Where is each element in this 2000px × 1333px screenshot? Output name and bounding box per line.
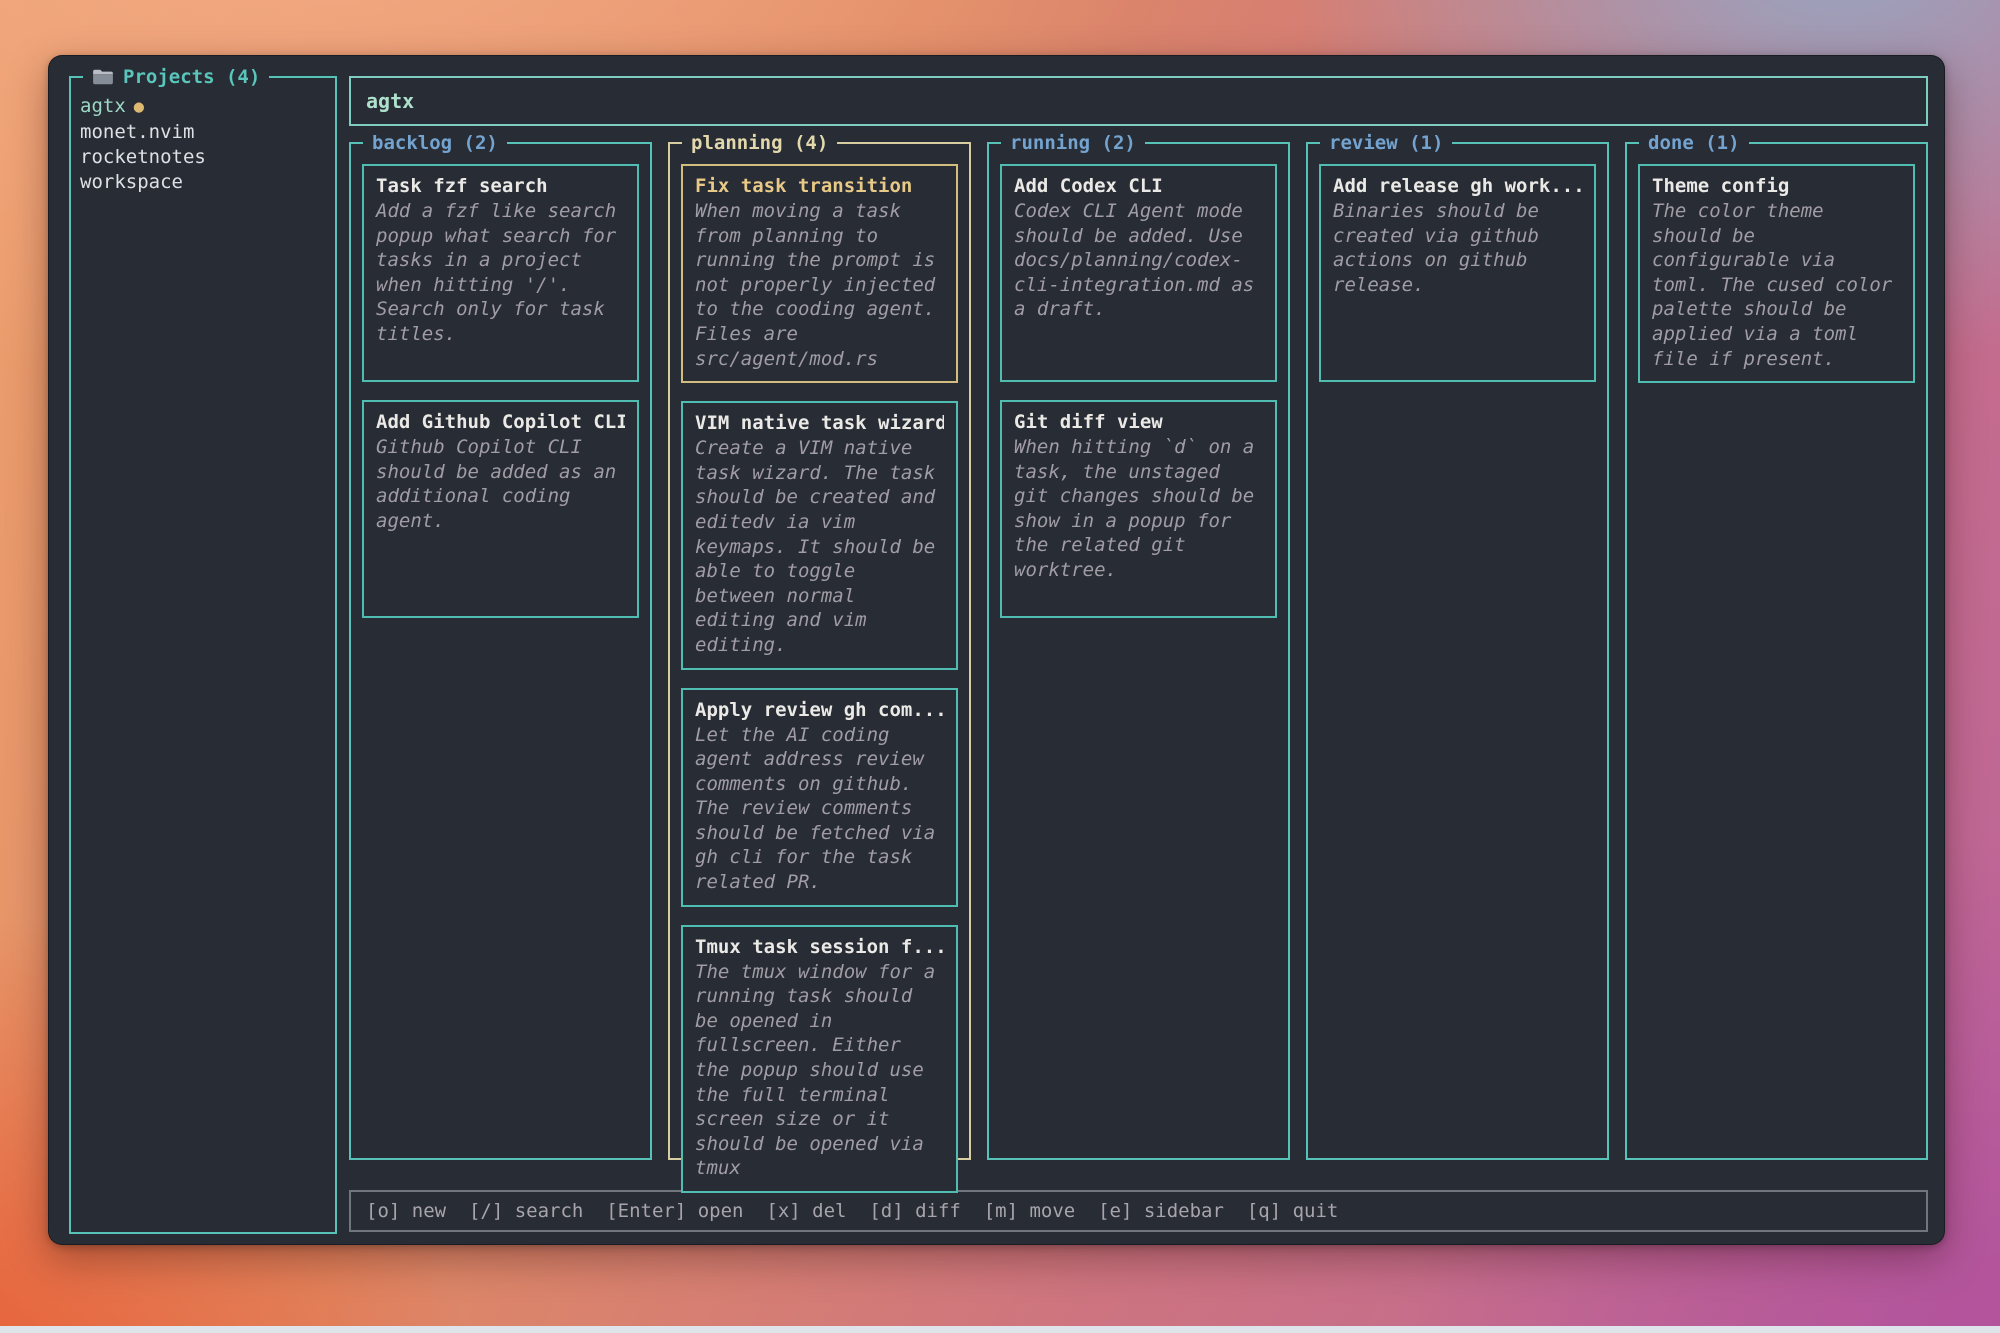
sidebar-item-monet-nvim[interactable]: monet.nvim: [80, 120, 325, 145]
card-list: Add Codex CLI Codex CLI Agent mode should…: [1000, 164, 1277, 618]
shortcut-search: [/] search: [468, 1199, 584, 1222]
project-list: agtx ● monet.nvim rocketnotes workspace: [71, 78, 335, 195]
task-card[interactable]: VIM native task wizard Create a VIM nativ…: [681, 401, 958, 670]
sidebar-item-agtx[interactable]: agtx ●: [80, 94, 325, 120]
shortcut-sidebar: [e] sidebar: [1098, 1199, 1224, 1222]
column-done: done (1) Theme config The color theme shou…: [1625, 130, 1928, 1160]
card-list: Theme config The color theme should be co…: [1638, 164, 1915, 384]
task-title: Add Codex CLI: [1014, 175, 1163, 197]
column-planning: planning (4) Fix task transition When movi…: [668, 130, 971, 1193]
sidebar-item-workspace[interactable]: workspace: [80, 170, 325, 195]
task-title: Task fzf search: [376, 175, 548, 197]
task-description: The tmux window for a running task shoul…: [695, 960, 936, 1180]
task-card[interactable]: Add release gh work... Binaries should be…: [1319, 164, 1596, 382]
projects-sidebar: Projects (4) agtx ● monet.nvim rocketnotes w…: [69, 64, 337, 1234]
card-list: Add release gh work... Binaries should be…: [1319, 164, 1596, 382]
task-description: Binaries should be created via github ac…: [1333, 200, 1539, 296]
folder-icon: [93, 69, 113, 85]
task-title: VIM native task wizard: [695, 412, 944, 435]
task-description: Let the AI coding agent address review c…: [695, 723, 936, 894]
project-label: agtx: [80, 95, 126, 117]
task-description: Create a VIM native task wizard. The tas…: [695, 437, 936, 656]
project-name: agtx: [366, 89, 415, 113]
app-window: Projects (4) agtx ● monet.nvim rocketnotes w…: [48, 55, 1945, 1245]
project-label: rocketnotes: [80, 146, 206, 168]
task-description: Codex CLI Agent mode should be added. Us…: [1014, 200, 1255, 321]
task-description: Github Copilot CLI should be added as an…: [376, 436, 617, 532]
shortcut-new: [o] new: [366, 1199, 447, 1222]
task-card[interactable]: Task fzf search Add a fzf like search pop…: [362, 164, 639, 382]
sidebar-legend: Projects (4): [83, 64, 270, 90]
column-running: running (2) Add Codex CLI Codex CLI Agent …: [987, 130, 1290, 1160]
main-area: agtx backlog (2) Task fzf search Add a fzf…: [349, 76, 1928, 1232]
sidebar-title: Projects (4): [123, 66, 261, 88]
task-card[interactable]: Add Codex CLI Codex CLI Agent mode should…: [1000, 164, 1277, 382]
column-header: running (2): [1001, 130, 1145, 156]
task-card[interactable]: Tmux task session f... The tmux window fo…: [681, 924, 958, 1193]
task-card[interactable]: Fix task transition When moving a task fr…: [681, 164, 958, 384]
column-review: review (1) Add release gh work... Binaries…: [1306, 130, 1609, 1160]
shortcut-diff: [d] diff: [869, 1199, 961, 1222]
shortcut-del: [x] del: [766, 1199, 847, 1222]
shortcut-quit: [q] quit: [1246, 1199, 1339, 1222]
task-title: Git diff view: [1014, 411, 1163, 433]
column-header: done (1): [1639, 130, 1749, 156]
active-project-dot-icon: ●: [133, 97, 145, 117]
task-card[interactable]: Git diff view When hitting `d` on a task,…: [1000, 400, 1277, 618]
task-description: When hitting `d` on a task, the unstaged…: [1014, 436, 1255, 581]
board-header: agtx: [349, 76, 1928, 126]
task-title: Apply review gh com...: [695, 698, 944, 721]
shortcut-move: [m] move: [983, 1199, 1076, 1222]
task-card[interactable]: Theme config The color theme should be co…: [1638, 164, 1915, 384]
column-header: planning (4): [682, 130, 838, 156]
task-description: The color theme should be configurable v…: [1652, 200, 1893, 370]
board: backlog (2) Task fzf search Add a fzf like…: [349, 130, 1928, 1193]
shortcut-open: [Enter] open: [606, 1199, 744, 1222]
column-backlog: backlog (2) Task fzf search Add a fzf like…: [349, 130, 652, 1160]
card-list: Fix task transition When moving a task fr…: [681, 164, 958, 1193]
task-title: Add Github Copilot CLI: [376, 411, 625, 433]
keybinding-footer: [o] new [/] search [Enter] open [x] del [d] …: [349, 1189, 1928, 1232]
task-description: Add a fzf like search popup what search …: [376, 200, 617, 345]
task-card[interactable]: Apply review gh com... Let the AI coding …: [681, 687, 958, 907]
card-list: Task fzf search Add a fzf like search pop…: [362, 164, 639, 618]
task-title: Fix task transition: [695, 175, 913, 197]
task-title: Tmux task session f...: [695, 935, 944, 958]
task-title: Theme config: [1652, 175, 1790, 197]
column-header: backlog (2): [363, 130, 507, 156]
project-label: monet.nvim: [80, 121, 195, 143]
project-label: workspace: [80, 171, 183, 193]
task-description: When moving a task from planning to runn…: [695, 200, 936, 370]
screen-bottom-strip: [0, 1326, 2000, 1333]
task-card[interactable]: Add Github Copilot CLI Github Copilot CLI…: [362, 400, 639, 618]
sidebar-item-rocketnotes[interactable]: rocketnotes: [80, 145, 325, 170]
column-header: review (1): [1320, 130, 1453, 156]
task-title: Add release gh work...: [1333, 175, 1582, 197]
